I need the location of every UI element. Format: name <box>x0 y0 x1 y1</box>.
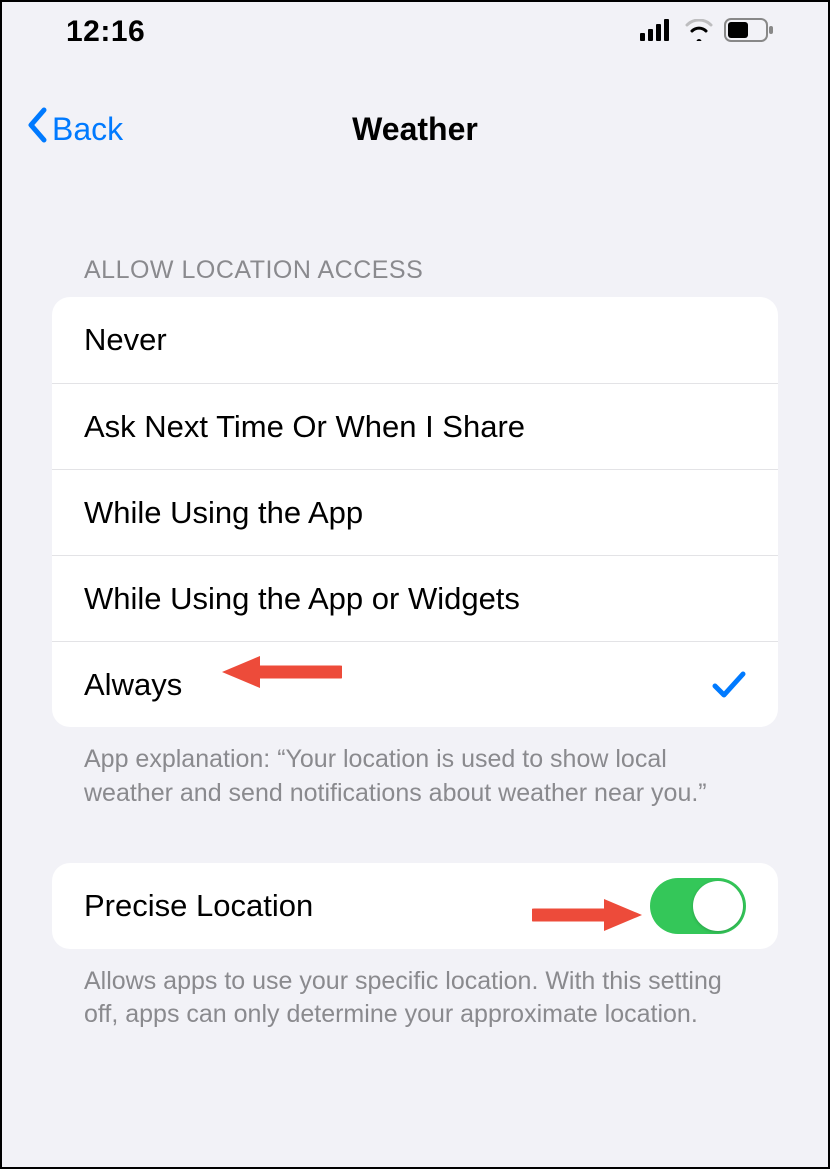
location-access-group: Never Ask Next Time Or When I Share Whil… <box>52 297 778 727</box>
option-label: Ask Next Time Or When I Share <box>84 409 525 445</box>
status-indicators <box>640 18 774 47</box>
precise-location-label: Precise Location <box>84 888 313 924</box>
wifi-icon <box>684 19 714 46</box>
option-ask-next-time[interactable]: Ask Next Time Or When I Share <box>52 383 778 469</box>
battery-icon <box>724 18 774 47</box>
precise-location-group: Precise Location <box>52 863 778 949</box>
option-always[interactable]: Always <box>52 641 778 727</box>
option-label: Always <box>84 667 182 703</box>
status-time: 12:16 <box>66 15 145 49</box>
cellular-icon <box>640 19 674 46</box>
precise-location-row[interactable]: Precise Location <box>52 863 778 949</box>
chevron-left-icon <box>26 107 50 151</box>
back-label: Back <box>52 111 123 148</box>
toggle-knob <box>693 881 743 931</box>
section-footer-explanation: App explanation: “Your location is used … <box>52 727 778 811</box>
navigation-bar: Back Weather <box>2 94 828 164</box>
option-label: Never <box>84 322 167 358</box>
option-while-using[interactable]: While Using the App <box>52 469 778 555</box>
option-while-using-widgets[interactable]: While Using the App or Widgets <box>52 555 778 641</box>
section-header-location: ALLOW LOCATION ACCESS <box>52 164 778 297</box>
back-button[interactable]: Back <box>26 107 123 151</box>
option-label: While Using the App or Widgets <box>84 581 520 617</box>
section-footer-precise: Allows apps to use your specific locatio… <box>52 949 778 1033</box>
page-title: Weather <box>352 111 478 148</box>
precise-location-toggle[interactable] <box>650 878 746 934</box>
checkmark-icon <box>712 669 746 701</box>
option-never[interactable]: Never <box>52 297 778 383</box>
option-label: While Using the App <box>84 495 363 531</box>
status-bar: 12:16 <box>2 2 828 62</box>
